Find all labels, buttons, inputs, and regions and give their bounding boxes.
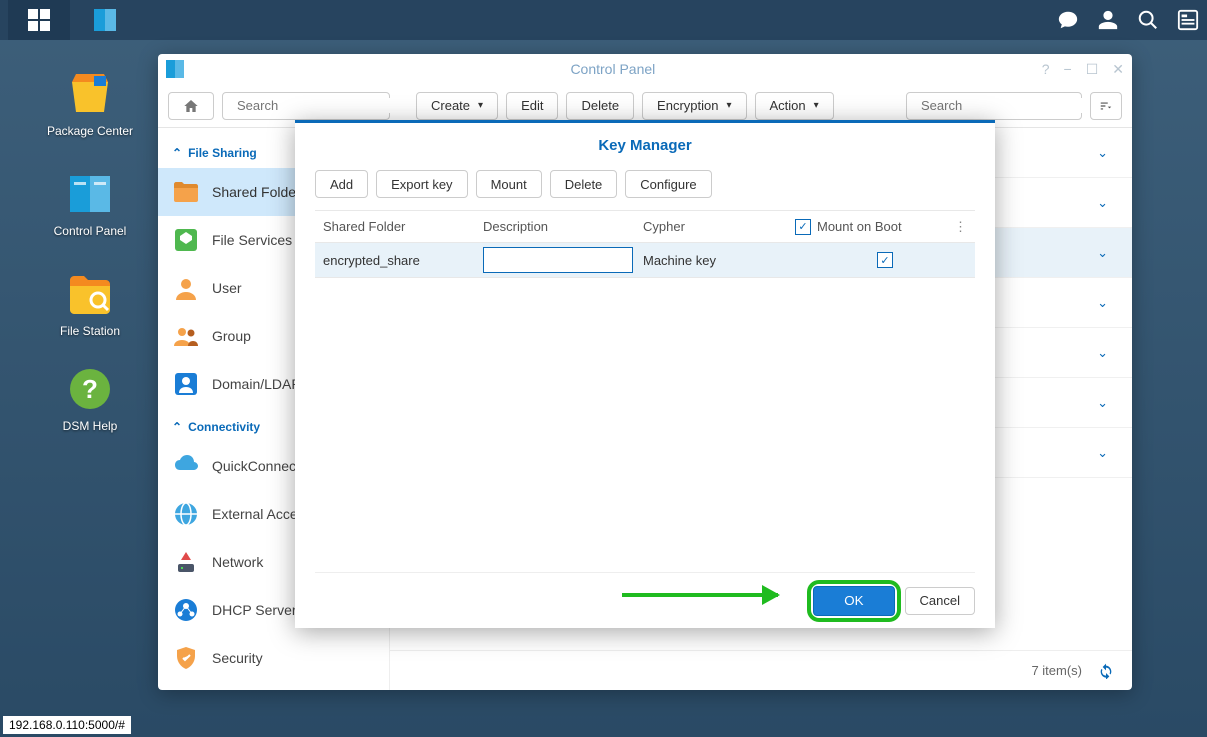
taskbar [0, 0, 1207, 40]
desktop-package-center[interactable]: Package Center [40, 70, 140, 140]
chevron-down-icon: ⌄ [1097, 145, 1108, 161]
modal-toolbar: Add Export key Mount Delete Configure [295, 164, 995, 210]
create-button[interactable]: Create [416, 92, 498, 120]
widgets-icon[interactable] [1177, 9, 1199, 31]
mount-on-boot-header-checkbox[interactable]: ✓ [795, 219, 811, 235]
chevron-down-icon: ⌄ [1097, 245, 1108, 261]
key-table: Shared Folder Description Cypher ✓ Mount… [315, 210, 975, 278]
refresh-icon[interactable] [1098, 663, 1114, 679]
desktop-dsm-help[interactable]: ? DSM Help [40, 365, 140, 435]
cancel-button[interactable]: Cancel [905, 587, 975, 615]
table-header: Shared Folder Description Cypher ✓ Mount… [315, 211, 975, 243]
table-row[interactable]: encrypted_share Machine key ✓ [315, 243, 975, 277]
ok-button[interactable]: OK [813, 586, 894, 616]
col-shared-folder[interactable]: Shared Folder [315, 219, 475, 234]
chevron-down-icon: ⌄ [1097, 395, 1108, 411]
cell-description [475, 247, 635, 273]
chevron-up-icon: ⌃ [172, 146, 182, 160]
modal-footer: OK Cancel [315, 572, 975, 628]
window-title: Control Panel [184, 61, 1042, 77]
dsm-help-icon: ? [66, 365, 114, 413]
label: DSM Help [40, 419, 140, 435]
status-bar: 7 item(s) [390, 650, 1132, 690]
sort-button[interactable] [1090, 92, 1122, 120]
cell-folder: encrypted_share [315, 253, 475, 268]
col-description[interactable]: Description [475, 219, 635, 234]
label: Package Center [40, 124, 140, 140]
close-icon[interactable]: ✕ [1112, 61, 1124, 78]
description-input[interactable] [483, 247, 633, 273]
shared-folder-icon [172, 178, 200, 206]
control-panel-icon [66, 170, 114, 218]
search-input[interactable] [237, 98, 413, 113]
help-icon[interactable]: ? [1042, 61, 1050, 78]
chat-icon[interactable] [1057, 9, 1079, 31]
col-cypher[interactable]: Cypher [635, 219, 795, 234]
configure-button[interactable]: Configure [625, 170, 711, 198]
user-icon [172, 274, 200, 302]
mount-on-boot-checkbox[interactable]: ✓ [877, 252, 893, 268]
mount-button[interactable]: Mount [476, 170, 542, 198]
search-icon[interactable] [1137, 9, 1159, 31]
cell-mount-on-boot: ✓ [795, 252, 975, 268]
chevron-down-icon: ⌄ [1097, 195, 1108, 211]
label: Control Panel [40, 224, 140, 240]
search-input[interactable] [921, 98, 1097, 113]
apps-grid-icon [28, 9, 50, 31]
svg-text:?: ? [82, 374, 98, 404]
modal-delete-button[interactable]: Delete [550, 170, 618, 198]
domain-ldap-icon [172, 370, 200, 398]
dhcp-server-icon [172, 596, 200, 624]
taskbar-control-panel-button[interactable] [74, 0, 136, 40]
chevron-up-icon: ⌃ [172, 420, 182, 434]
minimize-icon[interactable]: − [1064, 61, 1072, 78]
content-search[interactable] [906, 92, 1082, 120]
home-button[interactable] [168, 92, 214, 120]
taskbar-apps-button[interactable] [8, 0, 70, 40]
encryption-button[interactable]: Encryption [642, 92, 746, 120]
column-menu-icon[interactable]: ⋮ [954, 219, 967, 235]
package-center-icon [66, 70, 114, 118]
export-key-button[interactable]: Export key [376, 170, 467, 198]
sidebar-item-security[interactable]: Security [158, 634, 389, 682]
add-button[interactable]: Add [315, 170, 368, 198]
label: File Station [40, 324, 140, 340]
item-count: 7 item(s) [1031, 663, 1082, 678]
shield-icon [172, 644, 200, 672]
edit-button[interactable]: Edit [506, 92, 558, 120]
control-panel-icon [94, 9, 116, 31]
key-manager-modal: Key Manager Add Export key Mount Delete … [295, 120, 995, 628]
quickconnect-icon [172, 452, 200, 480]
sort-icon [1099, 99, 1113, 113]
group-icon [172, 322, 200, 350]
sidebar-search[interactable] [222, 92, 390, 120]
network-icon [172, 548, 200, 576]
chevron-down-icon: ⌄ [1097, 345, 1108, 361]
file-services-icon [172, 226, 200, 254]
file-station-icon [66, 270, 114, 318]
modal-title: Key Manager [295, 123, 995, 164]
maximize-icon[interactable]: ☐ [1086, 61, 1099, 78]
home-icon [183, 98, 199, 114]
action-button[interactable]: Action [755, 92, 834, 120]
cell-cypher: Machine key [635, 253, 795, 268]
user-icon[interactable] [1097, 9, 1119, 31]
desktop-control-panel[interactable]: Control Panel [40, 170, 140, 240]
col-mount-on-boot[interactable]: ✓ Mount on Boot ⋮ [795, 219, 975, 235]
titlebar: Control Panel ? − ☐ ✕ [158, 54, 1132, 84]
chevron-down-icon: ⌄ [1097, 295, 1108, 311]
control-panel-icon [166, 60, 184, 78]
desktop-file-station[interactable]: File Station [40, 270, 140, 340]
browser-status-url: 192.168.0.110:5000/# [3, 716, 131, 734]
external-access-icon [172, 500, 200, 528]
chevron-down-icon: ⌄ [1097, 445, 1108, 461]
delete-button[interactable]: Delete [566, 92, 634, 120]
